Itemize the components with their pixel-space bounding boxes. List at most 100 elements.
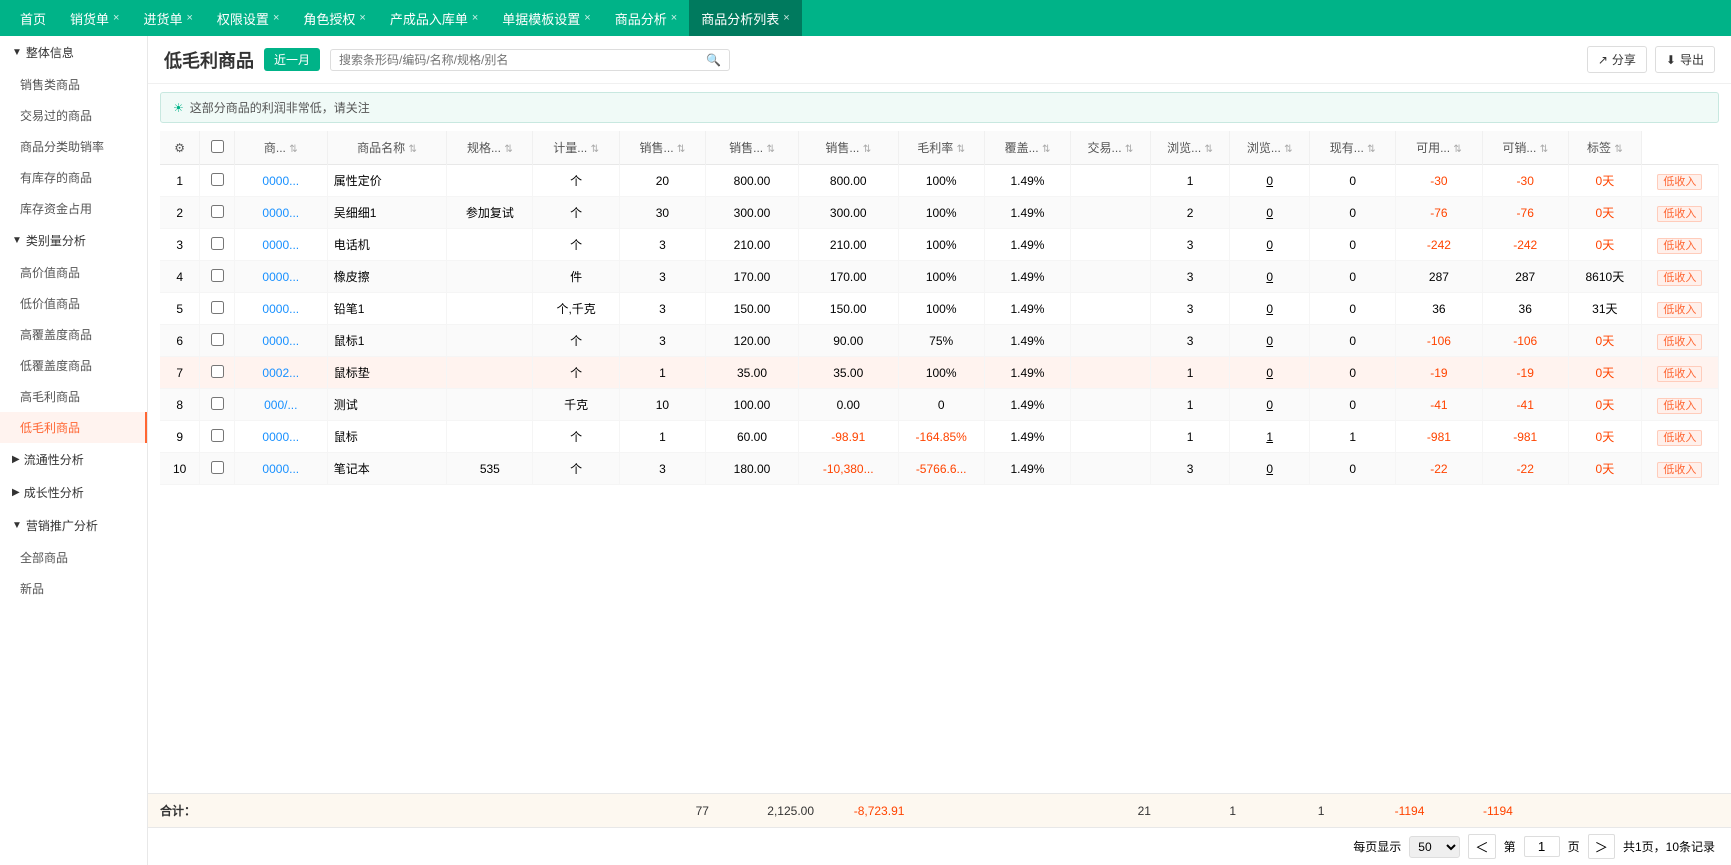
row-checkbox[interactable]	[200, 197, 235, 229]
col-header-可销...[interactable]: 可销... ⇅	[1482, 131, 1568, 165]
table-container[interactable]: ⚙商... ⇅商品名称 ⇅规格... ⇅计量... ⇅销售... ⇅销售... …	[148, 131, 1731, 793]
sidebar-item-高毛利商品[interactable]: 高毛利商品	[0, 381, 147, 412]
browse1-link[interactable]: 0	[1266, 270, 1273, 284]
sort-icon[interactable]: ⇅	[1540, 144, 1548, 155]
row-checkbox[interactable]	[200, 229, 235, 261]
row-select[interactable]	[211, 301, 224, 314]
sort-icon[interactable]: ⇅	[766, 144, 774, 155]
nav-close-icon[interactable]: ×	[783, 12, 789, 24]
select-all-checkbox[interactable]	[211, 140, 224, 153]
sort-icon[interactable]: ⇅	[1453, 144, 1461, 155]
row-select[interactable]	[211, 397, 224, 410]
nav-item-产成品入库单[interactable]: 产成品入库单 ×	[378, 0, 490, 36]
row-checkbox[interactable]	[200, 261, 235, 293]
nav-item-首页[interactable]: 首页	[8, 0, 58, 36]
search-icon[interactable]: 🔍	[706, 53, 721, 67]
sort-icon[interactable]: ⇅	[1284, 144, 1292, 155]
sidebar-item-全部商品[interactable]: 全部商品	[0, 542, 147, 573]
browse1-link[interactable]: 0	[1266, 206, 1273, 220]
browse1-link[interactable]: 0	[1266, 302, 1273, 316]
col-header-规格...[interactable]: 规格... ⇅	[447, 131, 533, 165]
search-input[interactable]	[339, 53, 706, 67]
sort-icon[interactable]: ⇅	[408, 144, 416, 155]
nav-item-权限设置[interactable]: 权限设置 ×	[205, 0, 291, 36]
row-select[interactable]	[211, 429, 224, 442]
sort-icon[interactable]: ⇅	[1125, 144, 1133, 155]
nav-close-icon[interactable]: ×	[671, 12, 677, 24]
browse1-link[interactable]: 1	[1266, 430, 1273, 444]
sort-icon[interactable]: ⇅	[677, 144, 685, 155]
col-header-浏览...[interactable]: 浏览... ⇅	[1230, 131, 1310, 165]
row-select[interactable]	[211, 461, 224, 474]
browse1-link[interactable]: 0	[1266, 174, 1273, 188]
page-input[interactable]	[1524, 836, 1560, 857]
sidebar-item-销售类商品[interactable]: 销售类商品	[0, 69, 147, 100]
sort-icon[interactable]: ⇅	[1042, 144, 1050, 155]
nav-close-icon[interactable]: ×	[186, 12, 192, 24]
col-header-销售...[interactable]: 销售... ⇅	[619, 131, 705, 165]
sidebar-item-库存资金占用[interactable]: 库存资金占用	[0, 193, 147, 224]
nav-item-商品分析[interactable]: 商品分析 ×	[603, 0, 689, 36]
sidebar-group-1[interactable]: ▼类别量分析	[0, 224, 147, 257]
row-checkbox[interactable]	[200, 389, 235, 421]
browse1-link[interactable]: 0	[1266, 334, 1273, 348]
export-button[interactable]: ⬇ 导出	[1655, 46, 1715, 73]
col-header-计量...[interactable]: 计量... ⇅	[533, 131, 619, 165]
sidebar-item-交易过的商品[interactable]: 交易过的商品	[0, 100, 147, 131]
col-header-交易...[interactable]: 交易... ⇅	[1071, 131, 1151, 165]
row-select[interactable]	[211, 269, 224, 282]
browse1-link[interactable]: 0	[1266, 366, 1273, 380]
col-header-[interactable]	[200, 131, 235, 165]
col-header-现有...[interactable]: 现有... ⇅	[1310, 131, 1396, 165]
row-checkbox[interactable]	[200, 325, 235, 357]
nav-item-销货单[interactable]: 销货单 ×	[58, 0, 131, 36]
row-checkbox[interactable]	[200, 165, 235, 197]
share-button[interactable]: ↗ 分享	[1587, 46, 1647, 73]
row-checkbox[interactable]	[200, 357, 235, 389]
col-header-可用...[interactable]: 可用... ⇅	[1396, 131, 1482, 165]
col-header-商品名称[interactable]: 商品名称 ⇅	[327, 131, 446, 165]
prev-page-button[interactable]: ＜	[1468, 834, 1495, 859]
browse1-link[interactable]: 0	[1266, 238, 1273, 252]
col-header-销售...[interactable]: 销售... ⇅	[798, 131, 898, 165]
sort-icon[interactable]: ⇅	[1614, 144, 1622, 155]
row-select[interactable]	[211, 365, 224, 378]
sidebar-item-新品[interactable]: 新品	[0, 573, 147, 604]
nav-item-单据模板设置[interactable]: 单据模板设置 ×	[490, 0, 602, 36]
row-select[interactable]	[211, 205, 224, 218]
nav-item-角色授权[interactable]: 角色授权 ×	[291, 0, 377, 36]
nav-close-icon[interactable]: ×	[273, 12, 279, 24]
filter-button[interactable]: 近一月	[264, 48, 320, 71]
sidebar-item-商品分类助销率[interactable]: 商品分类助销率	[0, 131, 147, 162]
col-header-销售...[interactable]: 销售... ⇅	[706, 131, 799, 165]
sort-icon[interactable]: ⇅	[1205, 144, 1213, 155]
sort-icon[interactable]: ⇅	[591, 144, 599, 155]
sidebar-item-低覆盖度商品[interactable]: 低覆盖度商品	[0, 350, 147, 381]
settings-icon[interactable]: ⚙	[174, 141, 185, 155]
col-header-标签[interactable]: 标签 ⇅	[1568, 131, 1641, 165]
sort-icon[interactable]: ⇅	[289, 144, 297, 155]
col-header-浏览...[interactable]: 浏览... ⇅	[1150, 131, 1230, 165]
browse1-link[interactable]: 0	[1266, 462, 1273, 476]
row-checkbox[interactable]	[200, 421, 235, 453]
sidebar-group-3[interactable]: ▶成长性分析	[0, 476, 147, 509]
sidebar-item-高价值商品[interactable]: 高价值商品	[0, 257, 147, 288]
row-checkbox[interactable]	[200, 453, 235, 485]
sidebar-group-0[interactable]: ▼整体信息	[0, 36, 147, 69]
per-page-select[interactable]: 50 20 100	[1409, 836, 1460, 858]
row-select[interactable]	[211, 333, 224, 346]
sort-icon[interactable]: ⇅	[957, 144, 965, 155]
nav-close-icon[interactable]: ×	[359, 12, 365, 24]
nav-close-icon[interactable]: ×	[113, 12, 119, 24]
browse1-link[interactable]: 0	[1266, 398, 1273, 412]
col-header-覆盖...[interactable]: 覆盖... ⇅	[984, 131, 1070, 165]
sidebar-item-有库存的商品[interactable]: 有库存的商品	[0, 162, 147, 193]
nav-close-icon[interactable]: ×	[472, 12, 478, 24]
next-page-button[interactable]: ＞	[1588, 834, 1615, 859]
row-checkbox[interactable]	[200, 293, 235, 325]
sidebar-group-2[interactable]: ▶流通性分析	[0, 443, 147, 476]
col-header-⚙[interactable]: ⚙	[160, 131, 200, 165]
sort-icon[interactable]: ⇅	[863, 144, 871, 155]
sort-icon[interactable]: ⇅	[1367, 144, 1375, 155]
row-select[interactable]	[211, 237, 224, 250]
